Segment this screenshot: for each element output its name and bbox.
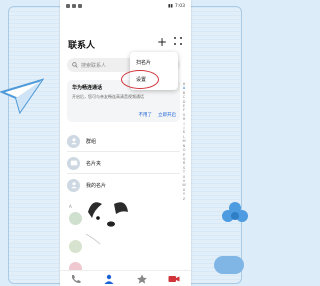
- notification-icon: [78, 4, 82, 8]
- card-icon: [67, 156, 80, 170]
- menu-item-scan-card[interactable]: 扫名片: [136, 59, 151, 66]
- paper-plane-decoration: [0, 78, 44, 114]
- divider: [67, 151, 180, 152]
- flower-decoration: [222, 202, 248, 222]
- enable-button[interactable]: 立即开启: [158, 112, 176, 118]
- page-title: 联系人: [68, 41, 96, 51]
- search-icon: [72, 62, 78, 68]
- promo-desc: 开启后，您可与亲友畅连高清音视频通话: [72, 94, 144, 99]
- alphabet-index[interactable]: # A B C D E F G H I J K L M N O P Q R S T U V W X Y Z: [180, 82, 188, 201]
- index-letter[interactable]: Z: [180, 197, 188, 201]
- signal-icon: ▮▮: [167, 3, 173, 9]
- entry-label: 群组: [86, 138, 97, 145]
- status-time: 7:03: [174, 3, 185, 9]
- bottom-tab-bar: [60, 270, 191, 286]
- entry-label: 名片夹: [86, 160, 102, 167]
- section-letter: A: [69, 204, 72, 209]
- more-options-icon[interactable]: [174, 37, 184, 47]
- group-icon: [67, 134, 80, 148]
- contacts-icon[interactable]: [103, 274, 115, 284]
- notification-icon: [66, 4, 70, 8]
- phone-icon[interactable]: [70, 274, 82, 284]
- star-icon[interactable]: [136, 274, 148, 284]
- divider: [67, 173, 180, 174]
- entry-label: 我的名片: [86, 182, 107, 189]
- entry-my-card[interactable]: 我的名片: [67, 176, 180, 194]
- notification-icon: [72, 4, 76, 8]
- entry-card-holder[interactable]: 名片夹: [67, 154, 180, 172]
- video-icon[interactable]: [168, 274, 180, 284]
- status-bar: ▮▮ 7:03: [60, 0, 191, 12]
- entry-groups[interactable]: 群组: [67, 132, 180, 150]
- dismiss-button[interactable]: 不用了: [139, 112, 153, 118]
- highlight-circle: [121, 70, 159, 89]
- dog-sticker: [82, 202, 134, 246]
- add-contact-button[interactable]: +: [155, 35, 169, 49]
- avatar: [67, 178, 80, 192]
- search-placeholder: 搜索联系人: [81, 62, 107, 69]
- cloud-decoration: [214, 256, 244, 274]
